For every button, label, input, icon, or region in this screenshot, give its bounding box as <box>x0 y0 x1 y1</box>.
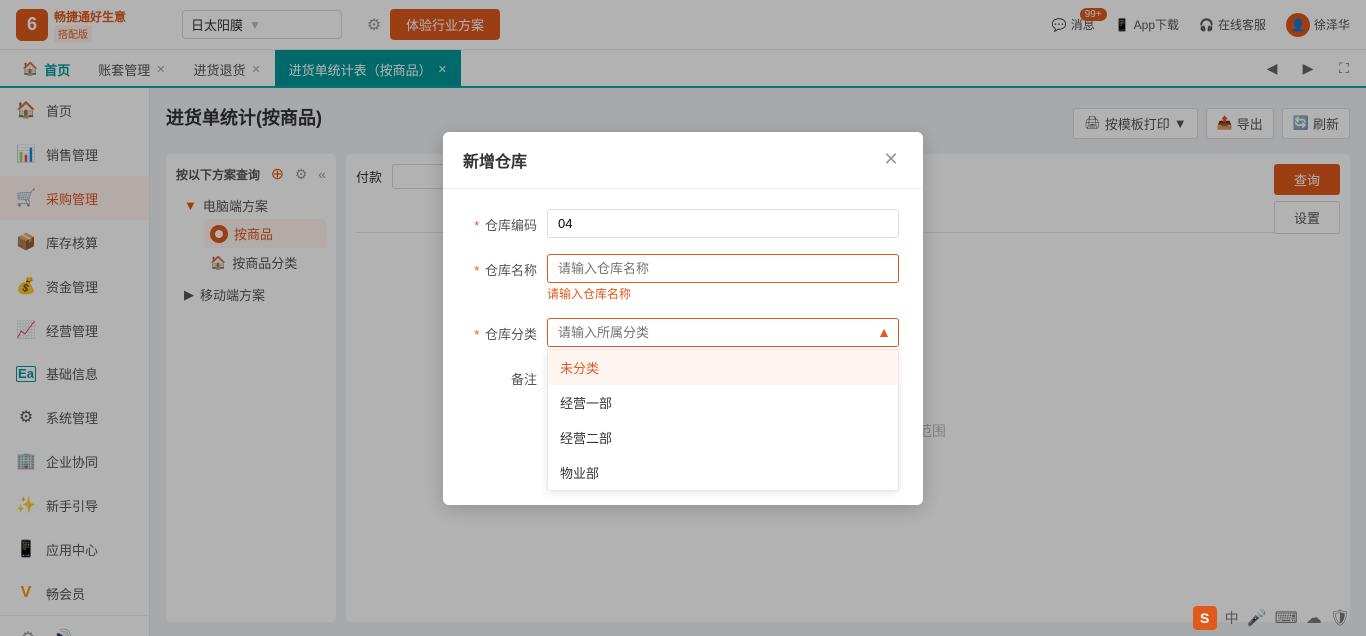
cloud-icon[interactable]: ☁ <box>1306 608 1322 628</box>
notes-label: 备注 <box>467 363 547 388</box>
required-star-category: * <box>474 327 479 342</box>
warehouse-name-row: * 仓库名称 请输入仓库名称 <box>467 254 899 302</box>
warehouse-code-label: * 仓库编码 <box>467 209 547 234</box>
warehouse-code-field <box>547 209 899 238</box>
modal-close-button[interactable]: ✕ <box>879 148 903 172</box>
dropdown-item-dept1[interactable]: 经营一部 <box>548 385 898 420</box>
dropdown-item-dept3[interactable]: 物业部 <box>548 455 898 490</box>
dropdown-item-dept2[interactable]: 经营二部 <box>548 420 898 455</box>
category-dropdown: 未分类 经营一部 经营二部 物业部 <box>547 349 899 491</box>
lang-icon[interactable]: 中 <box>1225 608 1239 628</box>
dropdown-item-unclassified[interactable]: 未分类 <box>548 350 898 385</box>
warehouse-code-input[interactable] <box>547 209 899 238</box>
warehouse-category-field: ▲ 未分类 经营一部 经营二部 物业部 <box>547 318 899 347</box>
s-logo-icon: S <box>1193 606 1217 630</box>
mic-icon[interactable]: 🎤 <box>1247 608 1267 628</box>
category-input-wrapper: ▲ <box>547 318 899 347</box>
warehouse-name-input[interactable] <box>547 254 899 283</box>
modal-header: 新增仓库 ✕ <box>443 132 923 189</box>
warehouse-name-label: * 仓库名称 <box>467 254 547 279</box>
modal-body: * 仓库编码 * 仓库名称 请输入仓库名称 <box>443 189 923 446</box>
modal-add-warehouse: 新增仓库 ✕ * 仓库编码 * 仓库名称 <box>443 132 923 505</box>
warehouse-category-row: * 仓库分类 ▲ 未分类 经营一部 经营二部 物业部 <box>467 318 899 347</box>
warehouse-name-field: 请输入仓库名称 <box>547 254 899 302</box>
warehouse-name-error: 请输入仓库名称 <box>547 285 899 302</box>
bottom-bar: S 中 🎤 ⌨ ☁ 🛡 <box>1177 600 1366 636</box>
shield-icon[interactable]: 🛡 <box>1330 608 1350 628</box>
warehouse-code-row: * 仓库编码 <box>467 209 899 238</box>
warehouse-category-label: * 仓库分类 <box>467 318 547 343</box>
keyboard-icon[interactable]: ⌨ <box>1275 608 1298 628</box>
modal-overlay: 新增仓库 ✕ * 仓库编码 * 仓库名称 <box>0 0 1366 636</box>
warehouse-category-input[interactable] <box>547 318 899 347</box>
chevron-up-icon[interactable]: ▲ <box>877 324 891 340</box>
modal-title: 新增仓库 <box>463 148 527 172</box>
required-star-name: * <box>474 263 479 278</box>
required-star-code: * <box>474 218 479 233</box>
